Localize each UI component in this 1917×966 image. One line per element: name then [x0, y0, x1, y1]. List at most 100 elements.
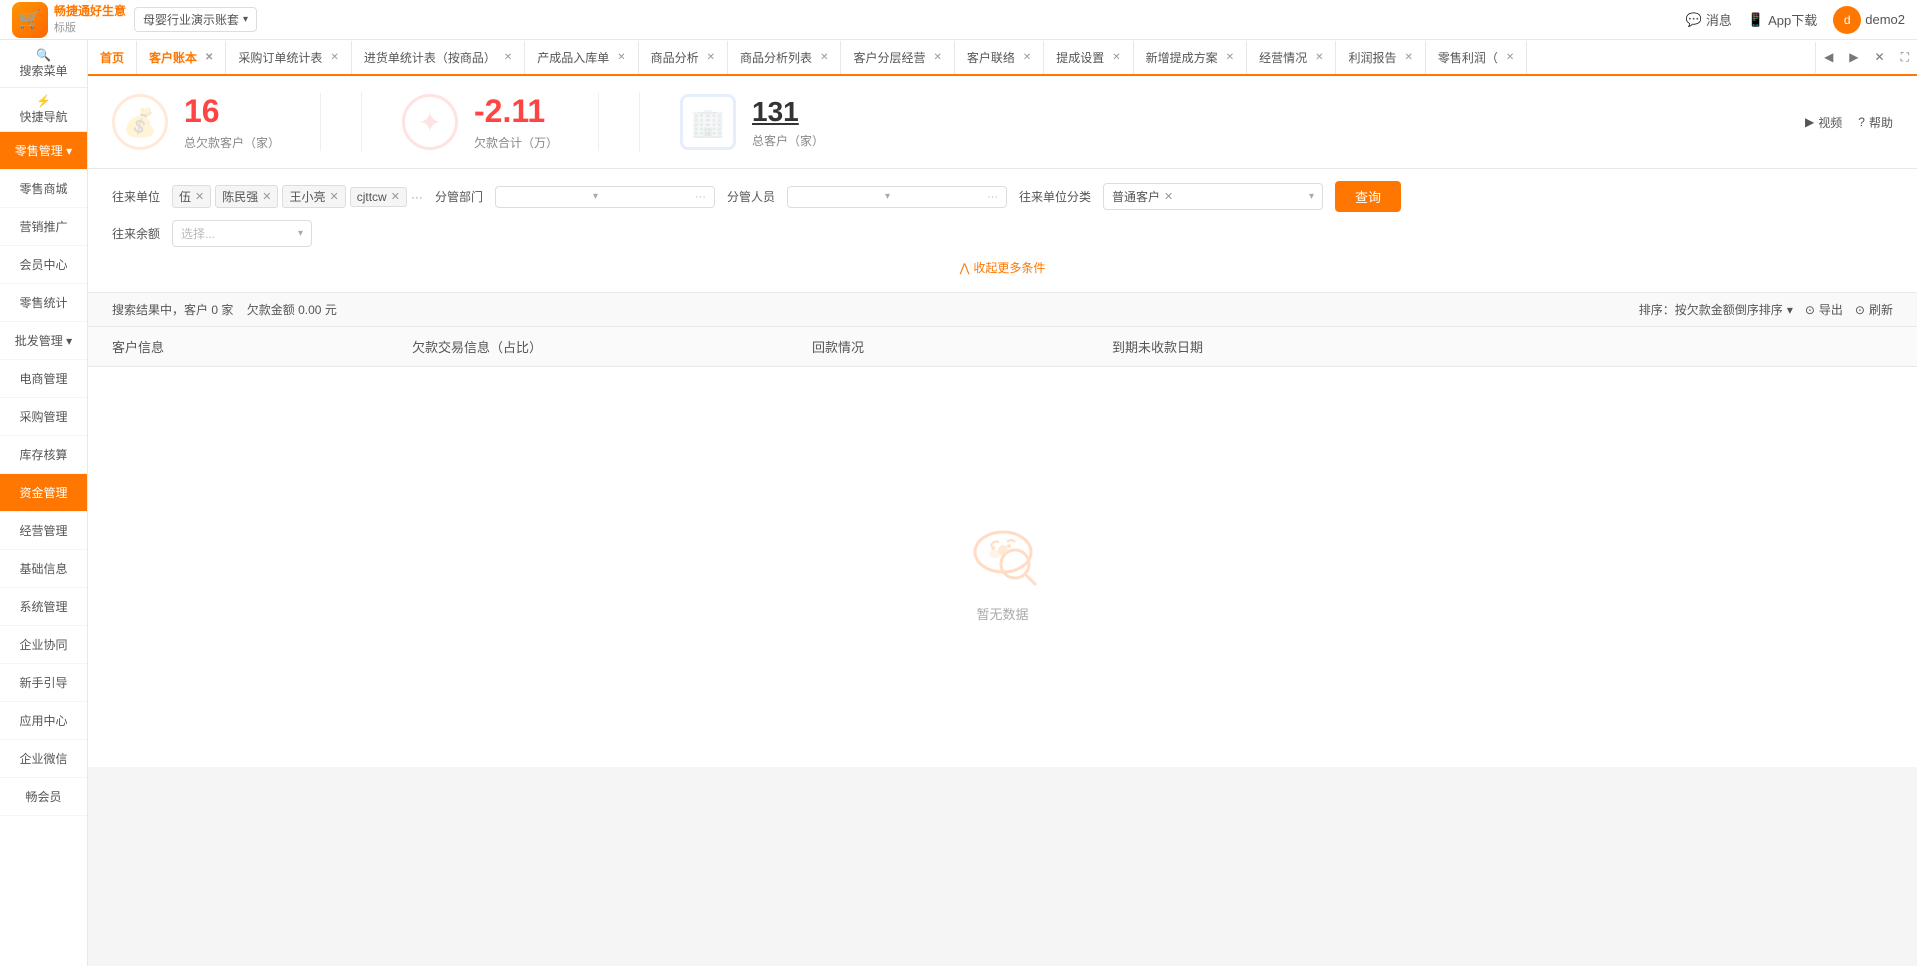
tab-retail-profit[interactable]: 零售利润（ ✕	[1426, 41, 1527, 74]
top-bar-left: 🛒 畅捷通好生意 标版 母婴行业演示账套	[12, 2, 257, 38]
tab-close-customer-book[interactable]: ✕	[205, 52, 213, 63]
filter-tag-wang-remove[interactable]: ✕	[330, 190, 339, 203]
tab-close-business-status[interactable]: ✕	[1315, 52, 1323, 63]
tab-incoming-stats[interactable]: 进货单统计表（按商品） ✕	[352, 41, 525, 74]
message-link[interactable]: 💬 消息	[1686, 10, 1732, 29]
tab-close-purchase-order-stats[interactable]: ✕	[330, 52, 338, 63]
stat-value-debt: -2.11	[474, 93, 558, 130]
sidebar-item-newbie[interactable]: 新手引导	[0, 664, 87, 702]
filter-unit-more[interactable]: ···	[411, 190, 423, 204]
sidebar-item-marketing[interactable]: 营销推广	[0, 208, 87, 246]
tab-new-promotion-plan[interactable]: 新增提成方案 ✕	[1134, 41, 1247, 74]
tab-scroll-right[interactable]: ▶	[1841, 42, 1866, 72]
filter-tag-cj: cjttcw ✕	[350, 187, 407, 207]
filter-staff-select[interactable]: ▾ ···	[787, 186, 1007, 208]
export-button[interactable]: ⊙ 导出	[1805, 301, 1843, 318]
tab-close-incoming-stats[interactable]: ✕	[504, 52, 512, 63]
filter-row-1: 往来单位 伍 ✕ 陈民强 ✕ 王小亮	[112, 181, 1893, 212]
video-link[interactable]: ▶ 视频	[1805, 114, 1842, 131]
sidebar-item-ops-mgmt[interactable]: 经营管理	[0, 512, 87, 550]
sidebar-item-ecomm-mgmt[interactable]: 电商管理	[0, 360, 87, 398]
tab-close-product-instock[interactable]: ✕	[617, 52, 625, 63]
account-selector[interactable]: 母婴行业演示账套	[134, 7, 257, 32]
app-download-icon: 📱	[1748, 12, 1764, 28]
sidebar-item-corp-wechat[interactable]: 企业微信	[0, 740, 87, 778]
tab-close-customer-segment[interactable]: ✕	[933, 52, 941, 63]
play-icon: ▶	[1805, 115, 1814, 129]
filter-tag-chen-remove[interactable]: ✕	[262, 190, 271, 203]
avatar: d	[1833, 6, 1861, 34]
dept-more-icon[interactable]: ···	[695, 191, 706, 203]
sidebar-item-retail-stats[interactable]: 零售统计	[0, 284, 87, 322]
sidebar: 🔍 搜索菜单 ⚡ 快捷导航 零售管理 ▾ 零售商城 营销推广 会员中心 零售统计	[0, 40, 88, 966]
content-area: 首页 客户账本 ✕ 采购订单统计表 ✕ 进货单统计表（按商品） ✕ 产成品入库单…	[88, 40, 1917, 966]
collapse-button[interactable]: ⋀ 收起更多条件	[952, 255, 1054, 280]
tab-product-instock[interactable]: 产成品入库单 ✕	[525, 41, 638, 74]
tab-product-analysis[interactable]: 商品分析 ✕	[639, 41, 728, 74]
sidebar-item-retail-mall[interactable]: 零售商城	[0, 170, 87, 208]
sidebar-item-purchase-mgmt[interactable]: 采购管理	[0, 398, 87, 436]
results-info: 搜索结果中，客户 0 家 欠款金额 0.00 元	[112, 301, 337, 318]
tab-close-promotion-settings[interactable]: ✕	[1112, 52, 1120, 63]
sidebar-item-capital-mgmt[interactable]: 资金管理	[0, 474, 87, 512]
filter-category-select[interactable]: 普通客户 ✕ ▾	[1103, 183, 1323, 210]
filter-remaining-label: 往来余额	[112, 225, 160, 242]
stats-row: 💰 16 总欠款客户（家） ✦ -2.11 欠款合计（万）	[88, 76, 1917, 169]
tab-customer-book[interactable]: 客户账本 ✕	[137, 41, 226, 76]
sidebar-item-batch-mgmt[interactable]: 批发管理 ▾	[0, 322, 87, 360]
table-header: 客户信息 欠款交易信息（占比） 回款情况 到期未收款日期	[88, 327, 1917, 367]
filter-tag-wu-remove[interactable]: ✕	[195, 190, 204, 203]
export-icon: ⊙	[1805, 303, 1815, 317]
filter-dept-select[interactable]: ▾ ···	[495, 186, 715, 208]
sidebar-item-vip-member[interactable]: 畅会员	[0, 778, 87, 816]
sidebar-search[interactable]: 🔍 搜索菜单	[0, 40, 87, 88]
sidebar-item-inventory[interactable]: 库存核算	[0, 436, 87, 474]
filter-staff-label: 分管人员	[727, 188, 775, 205]
sidebar-item-retail-mgmt[interactable]: 零售管理 ▾	[0, 132, 87, 170]
app-download-link[interactable]: 📱 App下载	[1748, 10, 1817, 29]
sidebar-quick-nav[interactable]: ⚡ 快捷导航	[0, 88, 87, 132]
tab-close-product-analysis-list[interactable]: ✕	[820, 52, 828, 63]
sidebar-item-member-center[interactable]: 会员中心	[0, 246, 87, 284]
tab-close-profit-report[interactable]: ✕	[1405, 52, 1413, 63]
tab-scroll-left[interactable]: ◀	[1816, 42, 1841, 72]
filter-remaining-select[interactable]: 选择... ▾	[172, 220, 312, 247]
tab-promotion-settings[interactable]: 提成设置 ✕	[1044, 41, 1133, 74]
filter-tag-cj-remove[interactable]: ✕	[391, 190, 400, 203]
tab-nav-buttons: ◀ ▶ ✕ ⛶	[1815, 42, 1917, 73]
stat-value-customers: 16	[184, 93, 280, 130]
empty-text: 暂无数据	[976, 604, 1028, 623]
tab-maximize[interactable]: ⛶	[1893, 42, 1917, 73]
collapse-up-icon: ⋀	[960, 261, 970, 275]
sidebar-item-enterprise[interactable]: 企业协同	[0, 626, 87, 664]
tab-close-all[interactable]: ✕	[1867, 42, 1893, 72]
tab-customer-segment[interactable]: 客户分层经营 ✕	[841, 41, 954, 74]
remaining-arrow-icon: ▾	[298, 228, 303, 239]
help-link[interactable]: ? 帮助	[1858, 114, 1893, 131]
filter-category-tag-remove[interactable]: ✕	[1164, 190, 1173, 203]
tab-close-product-analysis[interactable]: ✕	[707, 52, 715, 63]
staff-arrow-icon: ▾	[885, 191, 890, 202]
refresh-button[interactable]: ⊙ 刷新	[1855, 301, 1893, 318]
tab-bar: 首页 客户账本 ✕ 采购订单统计表 ✕ 进货单统计表（按商品） ✕ 产成品入库单…	[88, 40, 1917, 76]
tab-product-analysis-list[interactable]: 商品分析列表 ✕	[728, 41, 841, 74]
tab-home[interactable]: 首页	[88, 41, 137, 74]
staff-more-icon[interactable]: ···	[987, 191, 998, 203]
tab-purchase-order-stats[interactable]: 采购订单统计表 ✕	[226, 41, 351, 74]
sort-button[interactable]: 排序：按欠款金额倒序排序 ▾	[1639, 301, 1793, 318]
filter-unit-tags: 伍 ✕ 陈民强 ✕ 王小亮 ✕	[172, 185, 423, 208]
tab-close-retail-profit[interactable]: ✕	[1506, 52, 1514, 63]
tab-customer-contact[interactable]: 客户联络 ✕	[955, 41, 1044, 74]
tab-close-new-promotion-plan[interactable]: ✕	[1226, 52, 1234, 63]
tab-business-status[interactable]: 经营情况 ✕	[1247, 41, 1336, 74]
tab-profit-report[interactable]: 利润报告 ✕	[1336, 41, 1425, 74]
sidebar-item-basic-info[interactable]: 基础信息	[0, 550, 87, 588]
sidebar-item-app-center[interactable]: 应用中心	[0, 702, 87, 740]
table-col-debt-info: 欠款交易信息（占比）	[412, 337, 812, 356]
filter-tag-wu: 伍 ✕	[172, 185, 211, 208]
user-menu[interactable]: d demo2	[1833, 6, 1905, 34]
sidebar-item-sys-mgmt[interactable]: 系统管理	[0, 588, 87, 626]
query-button[interactable]: 查询	[1335, 181, 1401, 212]
tab-close-customer-contact[interactable]: ✕	[1023, 52, 1031, 63]
stat-icon-customers: 💰	[112, 94, 168, 150]
